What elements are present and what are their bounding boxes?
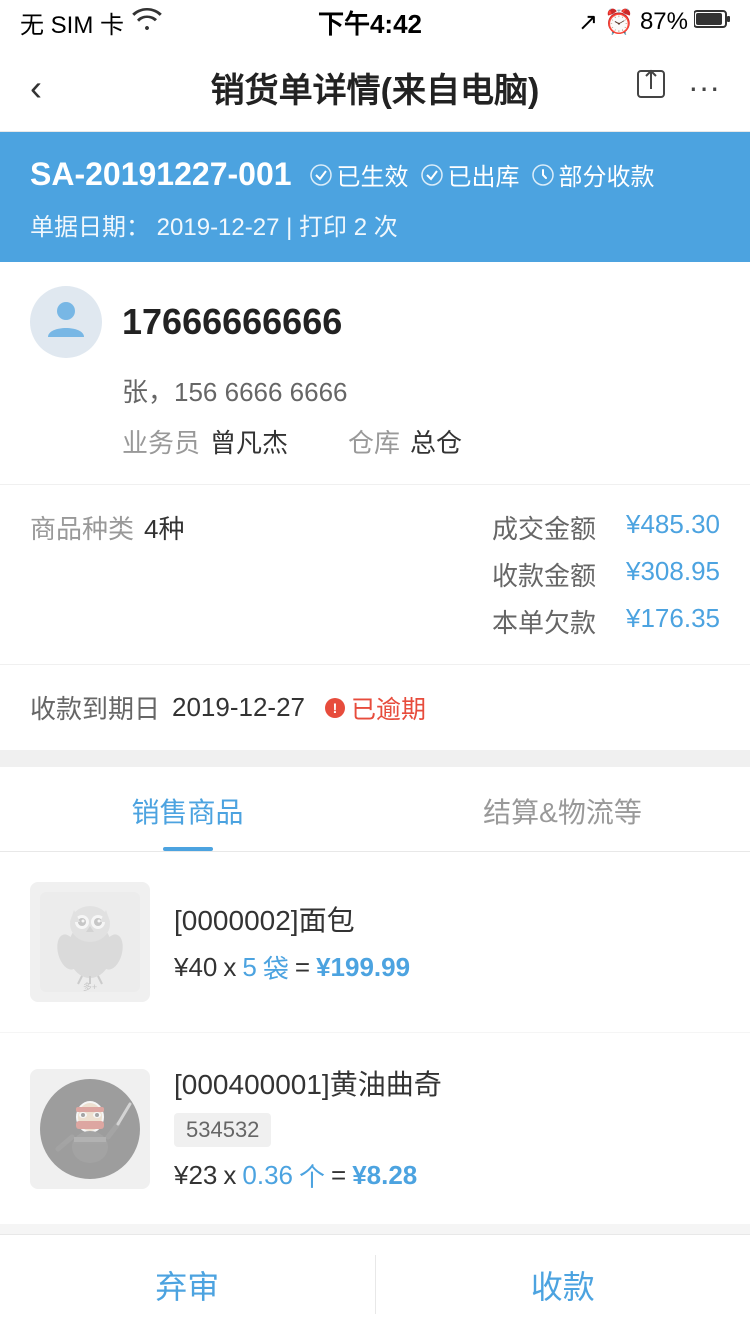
product-info-2: [000400001]黄油曲奇 534532 ¥23 x 0.36 个 = ¥8… — [174, 1063, 720, 1194]
overdue-date: 2019-12-27 — [172, 692, 305, 723]
debt-value: ¥176.35 — [626, 603, 720, 640]
overdue-text: 已逾期 — [351, 690, 426, 726]
section-divider — [0, 750, 750, 766]
product-image-owl: 多+ — [40, 892, 140, 992]
battery-text: 87% — [640, 8, 688, 36]
battery-icon — [694, 8, 730, 36]
stats-section: 商品种类 4种 成交金额 ¥485.30 收款金额 ¥308.95 本单欠款 ¥… — [0, 485, 750, 664]
product-price-row-1: ¥40 x 5 袋 = ¥199.99 — [174, 949, 720, 986]
badge-partial-payment: 部分收款 — [532, 157, 655, 192]
type-label: 商品种类 — [30, 509, 134, 546]
product-image-ninja — [40, 1079, 140, 1179]
product-qty-2: 0.36 — [242, 1160, 293, 1191]
debt-line: 本单欠款 ¥176.35 — [492, 603, 720, 640]
svg-text:多+: 多+ — [83, 981, 97, 992]
product-name-1: [0000002]面包 — [174, 899, 720, 939]
received-line: 收款金额 ¥308.95 — [492, 556, 720, 593]
product-item-2: [000400001]黄油曲奇 534532 ¥23 x 0.36 个 = ¥8… — [0, 1033, 750, 1225]
product-image-1: 多+ — [30, 882, 150, 1002]
confirm-button[interactable]: 收款 — [376, 1235, 750, 1334]
product-price-row-2: ¥23 x 0.36 个 = ¥8.28 — [174, 1157, 720, 1194]
sales-person-item: 业务员 曾凡杰 — [122, 423, 288, 460]
warehouse-value: 总仓 — [410, 423, 462, 460]
stats-row: 商品种类 4种 成交金额 ¥485.30 收款金额 ¥308.95 本单欠款 ¥… — [30, 509, 720, 640]
product-image-2 — [30, 1069, 150, 1189]
cancel-button[interactable]: 弃审 — [0, 1235, 375, 1334]
received-value: ¥308.95 — [626, 556, 720, 593]
status-time: 下午4:42 — [318, 4, 422, 41]
order-badges: 已生效 已出库 部分收款 — [310, 157, 655, 192]
order-id: SA-20191227-001 — [30, 156, 292, 193]
amount-value: ¥485.30 — [626, 509, 720, 546]
overdue-dot-icon: ! — [325, 698, 345, 718]
wifi-icon — [132, 8, 162, 37]
back-button[interactable]: ‹ — [30, 67, 42, 109]
location-icon: ↗ — [578, 8, 598, 37]
share-icon[interactable] — [634, 67, 668, 109]
badge-shipped: 已出库 — [421, 157, 520, 192]
user-icon — [44, 295, 88, 349]
nav-bar: ‹ 销货单详情(来自电脑) ··· — [0, 44, 750, 132]
stats-right: 成交金额 ¥485.30 收款金额 ¥308.95 本单欠款 ¥176.35 — [492, 509, 720, 640]
warehouse-item: 仓库 总仓 — [348, 423, 462, 460]
page-title: 销货单详情(来自电脑) — [211, 63, 540, 112]
customer-info: 张，156 6666 6666 — [30, 372, 720, 409]
customer-id: 17666666666 — [122, 301, 342, 343]
warehouse-label: 仓库 — [348, 423, 400, 460]
type-count: 4种 — [144, 509, 184, 546]
amount-label: 成交金额 — [492, 509, 596, 546]
product-type-item: 商品种类 4种 — [30, 509, 184, 546]
tabs-section: 销售商品 结算&物流等 — [0, 766, 750, 852]
more-icon[interactable]: ··· — [688, 69, 720, 106]
customer-section: 17666666666 张，156 6666 6666 业务员 曾凡杰 仓库 总… — [0, 262, 750, 484]
badge-effective: 已生效 — [310, 157, 409, 192]
status-bar: 无 SIM 卡 下午4:42 ↗ ⏰ 87% — [0, 0, 750, 44]
order-date: 单据日期： 2019-12-27 | 打印 2 次 — [30, 207, 720, 242]
product-total-1: ¥199.99 — [316, 952, 410, 983]
product-name-2: [000400001]黄油曲奇 — [174, 1063, 720, 1103]
overdue-section: 收款到期日 2019-12-27 ! 已逾期 — [0, 665, 750, 750]
debt-label: 本单欠款 — [492, 603, 596, 640]
amount-line: 成交金额 ¥485.30 — [492, 509, 720, 546]
tab-settlement-logistics[interactable]: 结算&物流等 — [375, 767, 750, 851]
product-item: 多+ [0000002]面包 ¥40 x 5 袋 = ¥199.99 — [0, 852, 750, 1033]
stats-left: 商品种类 4种 — [30, 509, 184, 546]
overdue-label: 收款到期日 — [30, 689, 160, 726]
bottom-bar: 弃审 收款 — [0, 1234, 750, 1334]
avatar — [30, 286, 102, 358]
alarm-icon: ⏰ — [604, 8, 634, 37]
product-sku-2: 534532 — [174, 1113, 271, 1147]
product-info-1: [0000002]面包 ¥40 x 5 袋 = ¥199.99 — [174, 899, 720, 986]
carrier-text: 无 SIM 卡 — [20, 5, 124, 40]
product-qty-1: 5 — [242, 952, 256, 983]
products-section: 多+ [0000002]面包 ¥40 x 5 袋 = ¥199.99 — [0, 852, 750, 1225]
sales-value: 曾凡杰 — [210, 423, 288, 460]
sales-label: 业务员 — [122, 423, 200, 460]
tab-sales-products[interactable]: 销售商品 — [0, 767, 375, 851]
overdue-badge: ! 已逾期 — [325, 690, 426, 726]
status-right: ↗ ⏰ 87% — [578, 8, 730, 37]
customer-meta: 业务员 曾凡杰 仓库 总仓 — [30, 423, 720, 460]
product-total-2: ¥8.28 — [352, 1160, 417, 1191]
status-left: 无 SIM 卡 — [20, 5, 162, 40]
tabs-row: 销售商品 结算&物流等 — [0, 767, 750, 852]
received-label: 收款金额 — [492, 556, 596, 593]
customer-row: 17666666666 — [30, 286, 720, 358]
order-header: SA-20191227-001 已生效 已出库 部分收款 单据日期： 2019-… — [0, 132, 750, 262]
order-header-top: SA-20191227-001 已生效 已出库 部分收款 — [30, 156, 720, 193]
nav-actions: ··· — [634, 67, 720, 109]
